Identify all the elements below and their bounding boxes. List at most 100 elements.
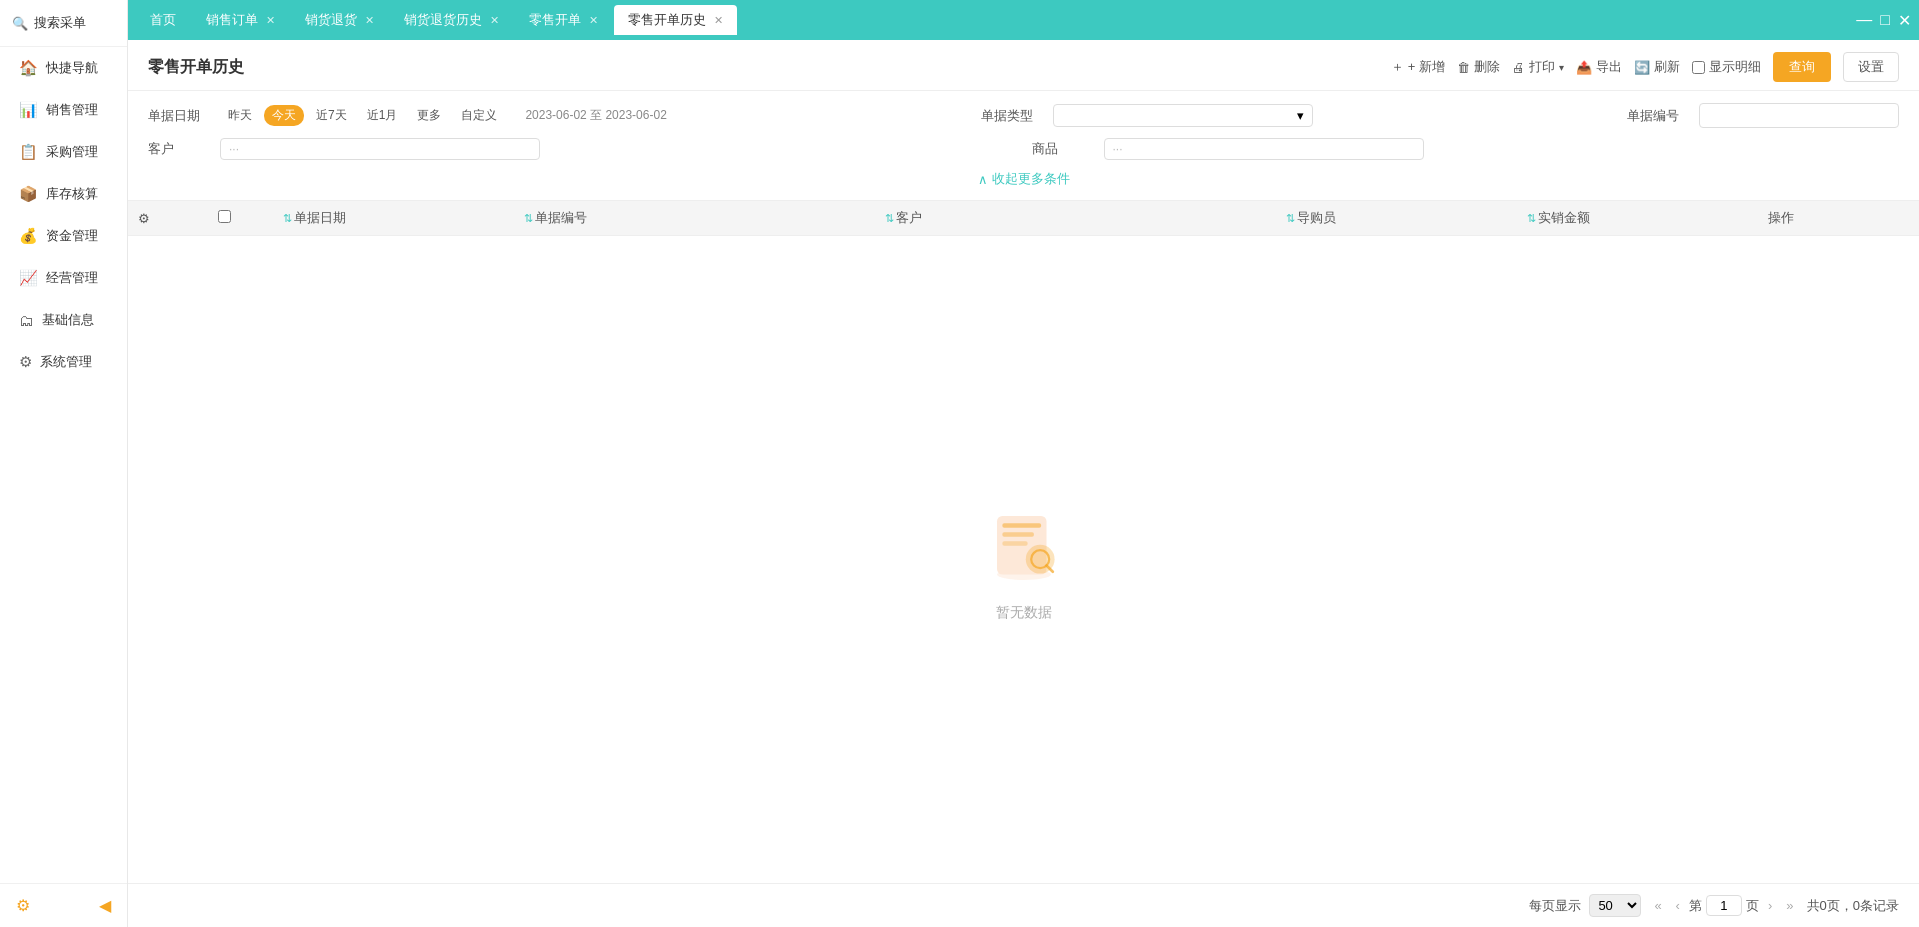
page-title: 零售开单历史 (148, 57, 244, 78)
print-button[interactable]: 🖨 打印 ▾ (1512, 58, 1564, 76)
settings-button[interactable]: 设置 (1843, 52, 1899, 82)
tab-label: 首页 (150, 11, 176, 29)
prev-page-button[interactable]: ‹ (1671, 896, 1685, 915)
tab-销货退货历史[interactable]: 销货退货历史 ✕ (390, 5, 513, 35)
refresh-button[interactable]: 🔄 刷新 (1634, 58, 1680, 76)
date-btn-今天[interactable]: 今天 (264, 105, 304, 126)
customer-select[interactable]: ··· (220, 138, 540, 160)
bill-no-input[interactable] (1699, 103, 1899, 128)
tab-销售订单[interactable]: 销售订单 ✕ (192, 5, 289, 35)
col-操作: 操作 (1758, 201, 1919, 236)
date-quick-btns: 昨天今天近7天近1月更多自定义 (220, 105, 505, 126)
sidebar-item-库存核算[interactable]: 📦库存核算 (0, 173, 127, 215)
sidebar-item-销售管理[interactable]: 📊 销售管理 (0, 89, 127, 131)
table-settings-col[interactable]: ⚙ (128, 201, 208, 236)
col-单据编号[interactable]: ⇅单据编号 (514, 201, 875, 236)
per-page-select[interactable]: 102050100 (1589, 894, 1641, 917)
collapse-sidebar-button[interactable]: ◀ (99, 896, 111, 915)
close-window-button[interactable]: ✕ (1898, 11, 1911, 30)
tab-销货退货[interactable]: 销货退货 ✕ (291, 5, 388, 35)
add-button[interactable]: ＋ + 新增 (1391, 58, 1445, 76)
date-btn-近1月[interactable]: 近1月 (359, 105, 406, 126)
filter-row-1: 单据日期 昨天今天近7天近1月更多自定义 2023-06-02 至 2023-0… (148, 103, 1899, 128)
query-button[interactable]: 查询 (1773, 52, 1831, 82)
table-header: ⚙ ⇅单据日期⇅单据编号⇅客户⇅导购员⇅实销金额操作 (128, 201, 1919, 236)
tab-close-icon[interactable]: ✕ (714, 14, 723, 27)
sidebar-item-label: 系统管理 (40, 353, 92, 371)
last-page-button[interactable]: » (1781, 896, 1798, 915)
date-btn-昨天[interactable]: 昨天 (220, 105, 260, 126)
date-filter-label: 单据日期 (148, 107, 204, 125)
customer-dots: ··· (229, 142, 239, 156)
date-btn-近7天[interactable]: 近7天 (308, 105, 355, 126)
sidebar-item-label: 采购管理 (46, 143, 98, 161)
filter-row-2: 客户 ··· 商品 ··· (148, 138, 1899, 160)
sidebar-item-label: 销售管理 (46, 101, 98, 119)
next-page-button[interactable]: › (1763, 896, 1777, 915)
minimize-button[interactable]: — (1856, 11, 1872, 29)
sidebar-item-icon: 💰 (19, 227, 38, 245)
col-导购员[interactable]: ⇅导购员 (1276, 201, 1517, 236)
tab-close-icon[interactable]: ✕ (365, 14, 374, 27)
tab-零售开单历史[interactable]: 零售开单历史✕ (614, 5, 737, 35)
sidebar-item-快捷导航[interactable]: 🏠 快捷导航 (0, 47, 127, 89)
bill-type-label: 单据类型 (981, 107, 1037, 125)
product-select[interactable]: ··· (1104, 138, 1424, 160)
svg-rect-4 (1002, 541, 1027, 546)
table-checkbox-col (208, 201, 272, 236)
sort-icon: ⇅ (885, 212, 894, 224)
sidebar-menu: 🏠 快捷导航 📊 销售管理 📋采购管理📦库存核算💰资金管理 📈 经营管理 🗂基础信息⚙系统管理 (0, 47, 127, 883)
sort-icon: ⇅ (1286, 212, 1295, 224)
col-客户[interactable]: ⇅客户 (875, 201, 1277, 236)
search-menu-item[interactable]: 🔍 搜索采单 (0, 0, 127, 47)
sidebar-item-icon: 🏠 (19, 59, 38, 77)
tab-label: 销售订单 (206, 11, 258, 29)
empty-text: 暂无数据 (996, 604, 1052, 622)
sidebar-item-资金管理[interactable]: 💰资金管理 (0, 215, 127, 257)
sidebar-bottom: ⚙ ◀ (0, 883, 127, 927)
tab-label: 销货退货历史 (404, 11, 482, 29)
collapse-more-conditions[interactable]: ∧ 收起更多条件 (148, 170, 1899, 188)
select-all-checkbox[interactable] (218, 210, 231, 223)
empty-state: 暂无数据 (128, 236, 1919, 883)
sidebar-item-label: 快捷导航 (46, 59, 98, 77)
print-icon: 🖨 (1512, 60, 1525, 75)
tab-label: 销货退货 (305, 11, 357, 29)
bill-type-dropdown-icon: ▾ (1297, 108, 1304, 123)
tab-label: 零售开单 (529, 11, 581, 29)
settings-icon[interactable]: ⚙ (16, 896, 30, 915)
delete-button[interactable]: 🗑 删除 (1457, 58, 1500, 76)
pagination-bar: 每页显示 102050100 « ‹ 第 页 › » 共0页，0条记录 (128, 883, 1919, 927)
sidebar-item-label: 经营管理 (46, 269, 98, 287)
col-实销金额[interactable]: ⇅实销金额 (1517, 201, 1758, 236)
date-btn-自定义[interactable]: 自定义 (453, 105, 505, 126)
sort-icon: ⇅ (283, 212, 292, 224)
tab-首页[interactable]: 首页 (136, 5, 190, 35)
tab-零售开单[interactable]: 零售开单 ✕ (515, 5, 612, 35)
sidebar-item-系统管理[interactable]: ⚙系统管理 (0, 341, 127, 383)
sidebar-item-经营管理[interactable]: 📈 经营管理 (0, 257, 127, 299)
sidebar-item-icon: 📊 (19, 101, 38, 119)
date-btn-更多[interactable]: 更多 (409, 105, 449, 126)
window-controls: — □ ✕ (1856, 11, 1911, 30)
bill-type-select[interactable]: ▾ (1053, 104, 1313, 127)
product-filter-label: 商品 (1032, 140, 1088, 158)
tab-close-icon[interactable]: ✕ (266, 14, 275, 27)
per-page-label: 每页显示 (1529, 897, 1581, 915)
col-单据日期[interactable]: ⇅单据日期 (273, 201, 514, 236)
tab-close-icon[interactable]: ✕ (589, 14, 598, 27)
sidebar-item-采购管理[interactable]: 📋采购管理 (0, 131, 127, 173)
sort-icon: ⇅ (1527, 212, 1536, 224)
tab-close-icon[interactable]: ✕ (490, 14, 499, 27)
display-detail-checkbox[interactable] (1692, 61, 1705, 74)
page-end-label: 页 (1746, 897, 1759, 915)
export-button[interactable]: 📤 导出 (1576, 58, 1622, 76)
first-page-button[interactable]: « (1649, 896, 1666, 915)
display-detail-checkbox-label[interactable]: 显示明细 (1692, 58, 1761, 76)
table-wrap: ⚙ ⇅单据日期⇅单据编号⇅客户⇅导购员⇅实销金额操作 (128, 201, 1919, 883)
sidebar: 🔍 搜索采单 🏠 快捷导航 📊 销售管理 📋采购管理📦库存核算💰资金管理 📈 经营管理 🗂基础… (0, 0, 128, 927)
page-number-input[interactable] (1706, 895, 1742, 916)
maximize-button[interactable]: □ (1880, 11, 1890, 29)
sidebar-item-基础信息[interactable]: 🗂基础信息 (0, 299, 127, 341)
sidebar-item-icon: 📈 (19, 269, 38, 287)
